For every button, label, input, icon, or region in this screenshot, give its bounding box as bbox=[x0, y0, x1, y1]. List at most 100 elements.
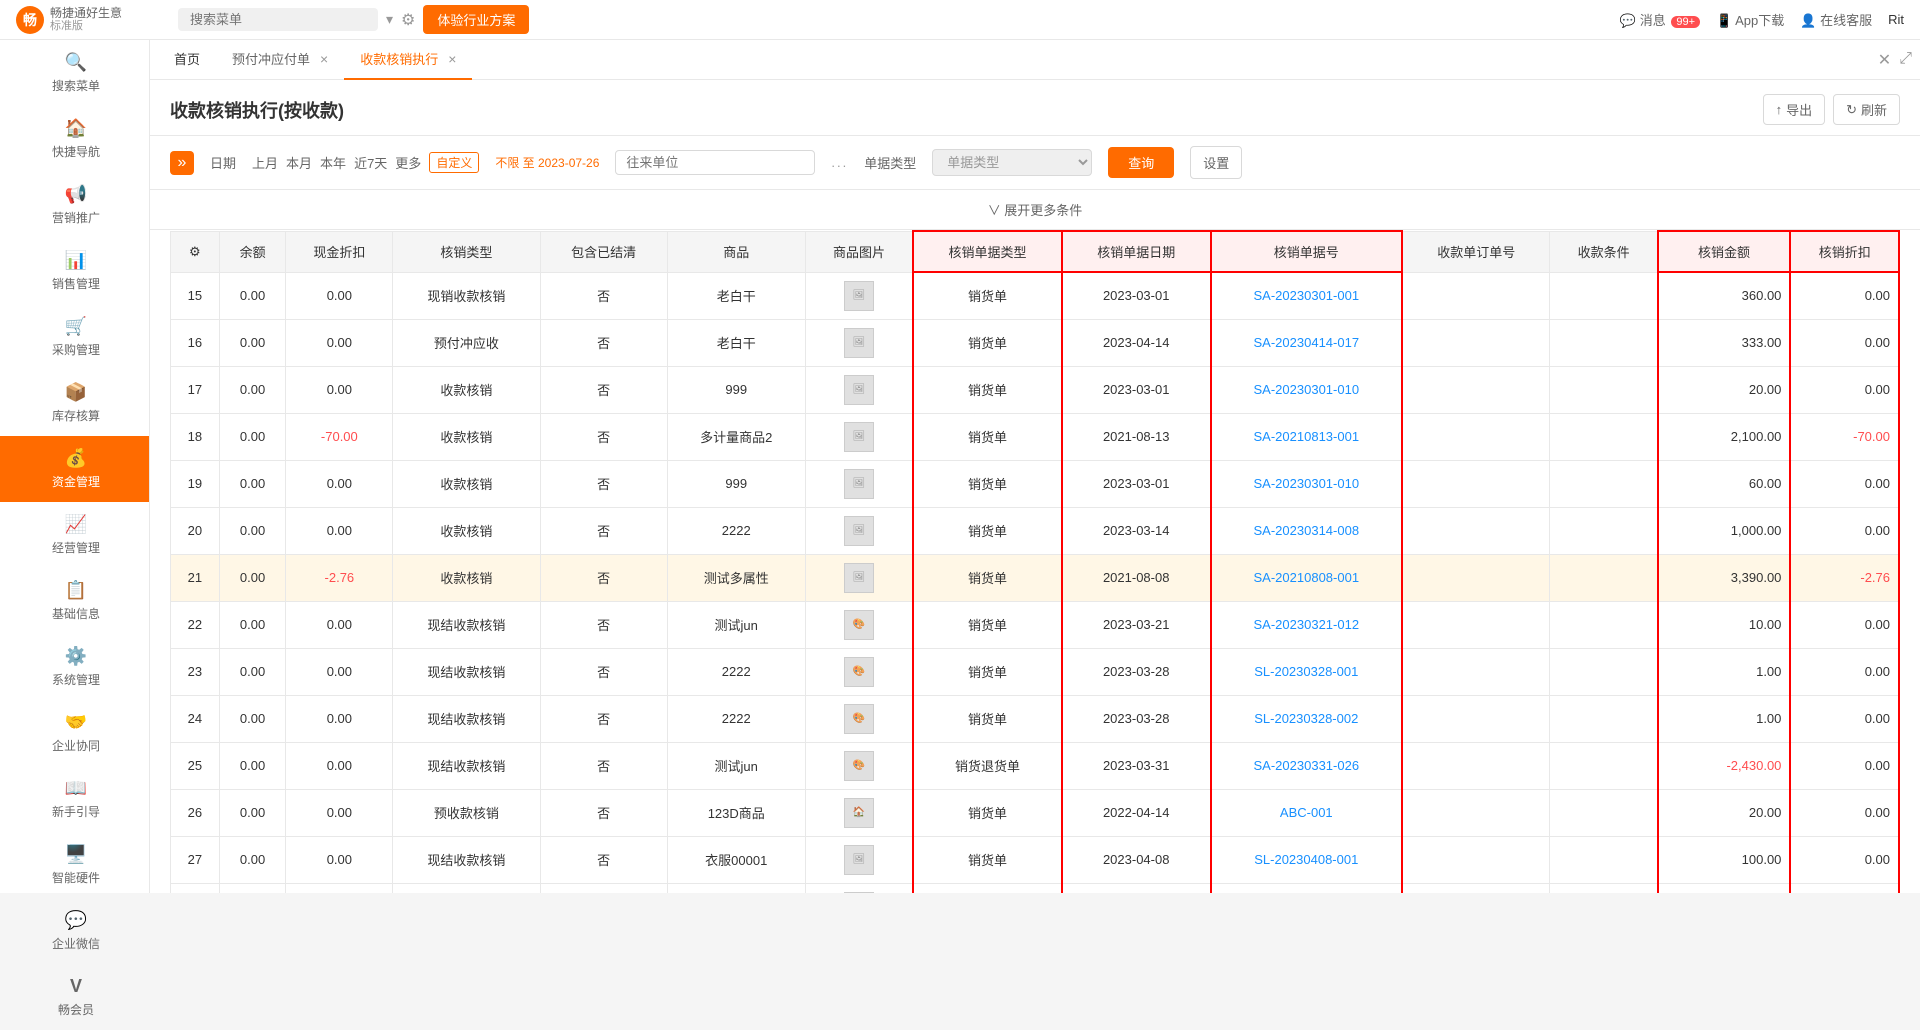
cell-verify-type: 收款核销 bbox=[393, 366, 540, 413]
col-header-setting[interactable]: ⚙ bbox=[171, 231, 220, 272]
sidebar-item-collab[interactable]: 🤝 企业协同 bbox=[0, 700, 149, 766]
cell-verify-slip-date: 2023-03-01 bbox=[1062, 366, 1211, 413]
cell-verify-slip-date: 2023-03-01 bbox=[1062, 272, 1211, 319]
verify-slip-link[interactable]: SA-20230321-012 bbox=[1254, 617, 1360, 632]
date-filter-label: 日期 bbox=[210, 153, 236, 172]
cell-goods: 999 bbox=[667, 460, 805, 507]
col-header-receipt-order-no: 收款单订单号 bbox=[1402, 231, 1550, 272]
sidebar-item-search[interactable]: 🔍 搜索菜单 bbox=[0, 40, 149, 106]
verify-slip-link[interactable]: SA-20230331-026 bbox=[1254, 758, 1360, 773]
cell-verify-amount: 20.00 bbox=[1658, 366, 1791, 413]
sidebar-item-operations[interactable]: 📈 经营管理 bbox=[0, 502, 149, 568]
table-settings-btn[interactable]: 设置 bbox=[1190, 146, 1242, 179]
top-search-input[interactable] bbox=[178, 8, 378, 31]
verify-slip-link[interactable]: SA-20230314-008 bbox=[1254, 523, 1360, 538]
cell-verify-slip-no: SA-20210808-001 bbox=[1211, 554, 1402, 601]
cell-verify-slip-type: 销货单 bbox=[913, 789, 1062, 836]
cell-receipt-order-no bbox=[1402, 601, 1550, 648]
sidebar-item-marketing[interactable]: 📢 营销推广 bbox=[0, 172, 149, 238]
expand-more-btn[interactable]: ∨ 展开更多条件 bbox=[988, 194, 1083, 225]
cell-goods-image: 🖼 bbox=[805, 272, 913, 319]
date-this-year[interactable]: 本年 bbox=[320, 153, 346, 172]
sidebar-item-inventory[interactable]: 📦 库存核算 bbox=[0, 370, 149, 436]
verify-slip-link[interactable]: SL-20230408-001 bbox=[1254, 852, 1358, 867]
verify-slip-link[interactable]: SL-20230328-002 bbox=[1254, 711, 1358, 726]
app-download-btn[interactable]: 📱 App下载 bbox=[1716, 10, 1784, 29]
cell-goods-image: 🖼 bbox=[805, 413, 913, 460]
date-7days[interactable]: 近7天 bbox=[354, 153, 387, 172]
cell-id: 28 bbox=[171, 883, 220, 893]
tab-prepay[interactable]: 预付冲应付单 × bbox=[216, 40, 344, 80]
cell-verify-amount: 1,000.00 bbox=[1658, 507, 1791, 554]
top-bar: 畅 畅捷通好生意 标准版 ▾ ⚙ 体验行业方案 💬 消息 99+ 📱 App下载… bbox=[0, 0, 1920, 40]
sidebar-item-wechat[interactable]: 💬 企业微信 bbox=[0, 898, 149, 964]
cell-verify-slip-no: SA-20210813-001 bbox=[1211, 413, 1402, 460]
cell-receipt-condition bbox=[1550, 319, 1658, 366]
from-unit-input[interactable] bbox=[615, 150, 815, 175]
cell-cash-discount: 0.00 bbox=[286, 742, 393, 789]
sidebar-item-hardware[interactable]: 🖥️ 智能硬件 bbox=[0, 832, 149, 898]
sidebar-item-purchase[interactable]: 🛒 采购管理 bbox=[0, 304, 149, 370]
cell-id: 27 bbox=[171, 836, 220, 883]
tab-bar: 首页 预付冲应付单 × 收款核销执行 × ✕ ⤢ bbox=[150, 40, 1920, 80]
tab-close-all-icon[interactable]: ✕ bbox=[1878, 50, 1891, 70]
verify-slip-link[interactable]: SA-20230301-001 bbox=[1254, 288, 1360, 303]
sidebar-item-finance[interactable]: 💰 资金管理 bbox=[0, 436, 149, 502]
settings-icon[interactable]: ⚙ bbox=[401, 10, 415, 30]
tab-receipt-close[interactable]: × bbox=[448, 51, 456, 67]
cell-verify-slip-type: 销货单 bbox=[913, 319, 1062, 366]
export-btn[interactable]: ↑ 导出 bbox=[1763, 94, 1826, 125]
filter-toggle-btn[interactable]: » bbox=[170, 151, 194, 175]
verify-slip-link[interactable]: SA-20230301-010 bbox=[1254, 476, 1360, 491]
wechat-icon: 💬 bbox=[65, 910, 87, 931]
verify-slip-link[interactable]: SA-20230301-010 bbox=[1254, 382, 1360, 397]
verify-slip-link[interactable]: SL-20230328-001 bbox=[1254, 664, 1358, 679]
cell-verify-slip-date: 2023-03-14 bbox=[1062, 507, 1211, 554]
sidebar-item-nav[interactable]: 🏠 快捷导航 bbox=[0, 106, 149, 172]
cell-balance: 0.00 bbox=[219, 366, 286, 413]
cell-receipt-order-no bbox=[1402, 742, 1550, 789]
cell-verify-type: 现结收款核销 bbox=[393, 836, 540, 883]
goods-image-thumb: 🖼 bbox=[844, 845, 874, 875]
user-label[interactable]: Rit bbox=[1888, 12, 1904, 27]
finance-icon: 💰 bbox=[65, 448, 87, 469]
date-last-month[interactable]: 上月 bbox=[252, 153, 278, 172]
sidebar-item-basics[interactable]: 📋 基础信息 bbox=[0, 568, 149, 634]
cell-cash-discount: 0.00 bbox=[286, 648, 393, 695]
tab-prepay-close[interactable]: × bbox=[320, 51, 328, 67]
sidebar-item-system[interactable]: ⚙️ 系统管理 bbox=[0, 634, 149, 700]
sidebar-item-sales[interactable]: 📊 销售管理 bbox=[0, 238, 149, 304]
export-icon: ↑ bbox=[1776, 102, 1783, 117]
cell-goods: 2222 bbox=[667, 883, 805, 893]
verify-slip-link[interactable]: SA-20210808-001 bbox=[1254, 570, 1360, 585]
verify-slip-link[interactable]: SA-20230414-017 bbox=[1254, 335, 1360, 350]
tab-home[interactable]: 首页 bbox=[158, 40, 216, 80]
cell-verify-slip-date: 2023-03-21 bbox=[1062, 601, 1211, 648]
home-icon: 🏠 bbox=[65, 118, 87, 139]
sidebar-item-guide[interactable]: 📖 新手引导 bbox=[0, 766, 149, 832]
sidebar-item-vip[interactable]: V 畅会员 bbox=[0, 964, 149, 1030]
cell-verify-slip-type: 销货单 bbox=[913, 695, 1062, 742]
cell-id: 17 bbox=[171, 366, 220, 413]
tab-receipt[interactable]: 收款核销执行 × bbox=[344, 40, 472, 80]
date-custom[interactable]: 自定义 bbox=[429, 152, 479, 173]
cell-receipt-order-no bbox=[1402, 648, 1550, 695]
goods-image-thumb: 🖼 bbox=[844, 328, 874, 358]
cell-verify-discount: 0.00 bbox=[1790, 883, 1899, 893]
tab-expand-icon[interactable]: ⤢ bbox=[1899, 50, 1912, 70]
cell-verify-slip-no: SA-20230321-012 bbox=[1211, 601, 1402, 648]
cell-verify-slip-type: 销货单 bbox=[913, 648, 1062, 695]
date-more[interactable]: 更多 bbox=[395, 153, 421, 172]
industry-btn[interactable]: 体验行业方案 bbox=[423, 5, 529, 34]
verify-slip-link[interactable]: ABC-001 bbox=[1280, 805, 1333, 820]
table-row: 22 0.00 0.00 现结收款核销 否 测试jun 🎨 销货单 2023-0… bbox=[171, 601, 1900, 648]
cell-verify-type: 现销收款核销 bbox=[393, 272, 540, 319]
single-type-select[interactable]: 单据类型 bbox=[932, 149, 1092, 176]
refresh-btn[interactable]: ↻ 刷新 bbox=[1833, 94, 1900, 125]
query-btn[interactable]: 查询 bbox=[1108, 147, 1174, 178]
verify-slip-link[interactable]: SA-20210813-001 bbox=[1254, 429, 1360, 444]
online-service-btn[interactable]: 👤 在线客服 bbox=[1800, 10, 1872, 29]
messages-btn[interactable]: 💬 消息 99+ bbox=[1620, 10, 1700, 29]
cell-goods: 衣服00001 bbox=[667, 836, 805, 883]
date-this-month[interactable]: 本月 bbox=[286, 153, 312, 172]
